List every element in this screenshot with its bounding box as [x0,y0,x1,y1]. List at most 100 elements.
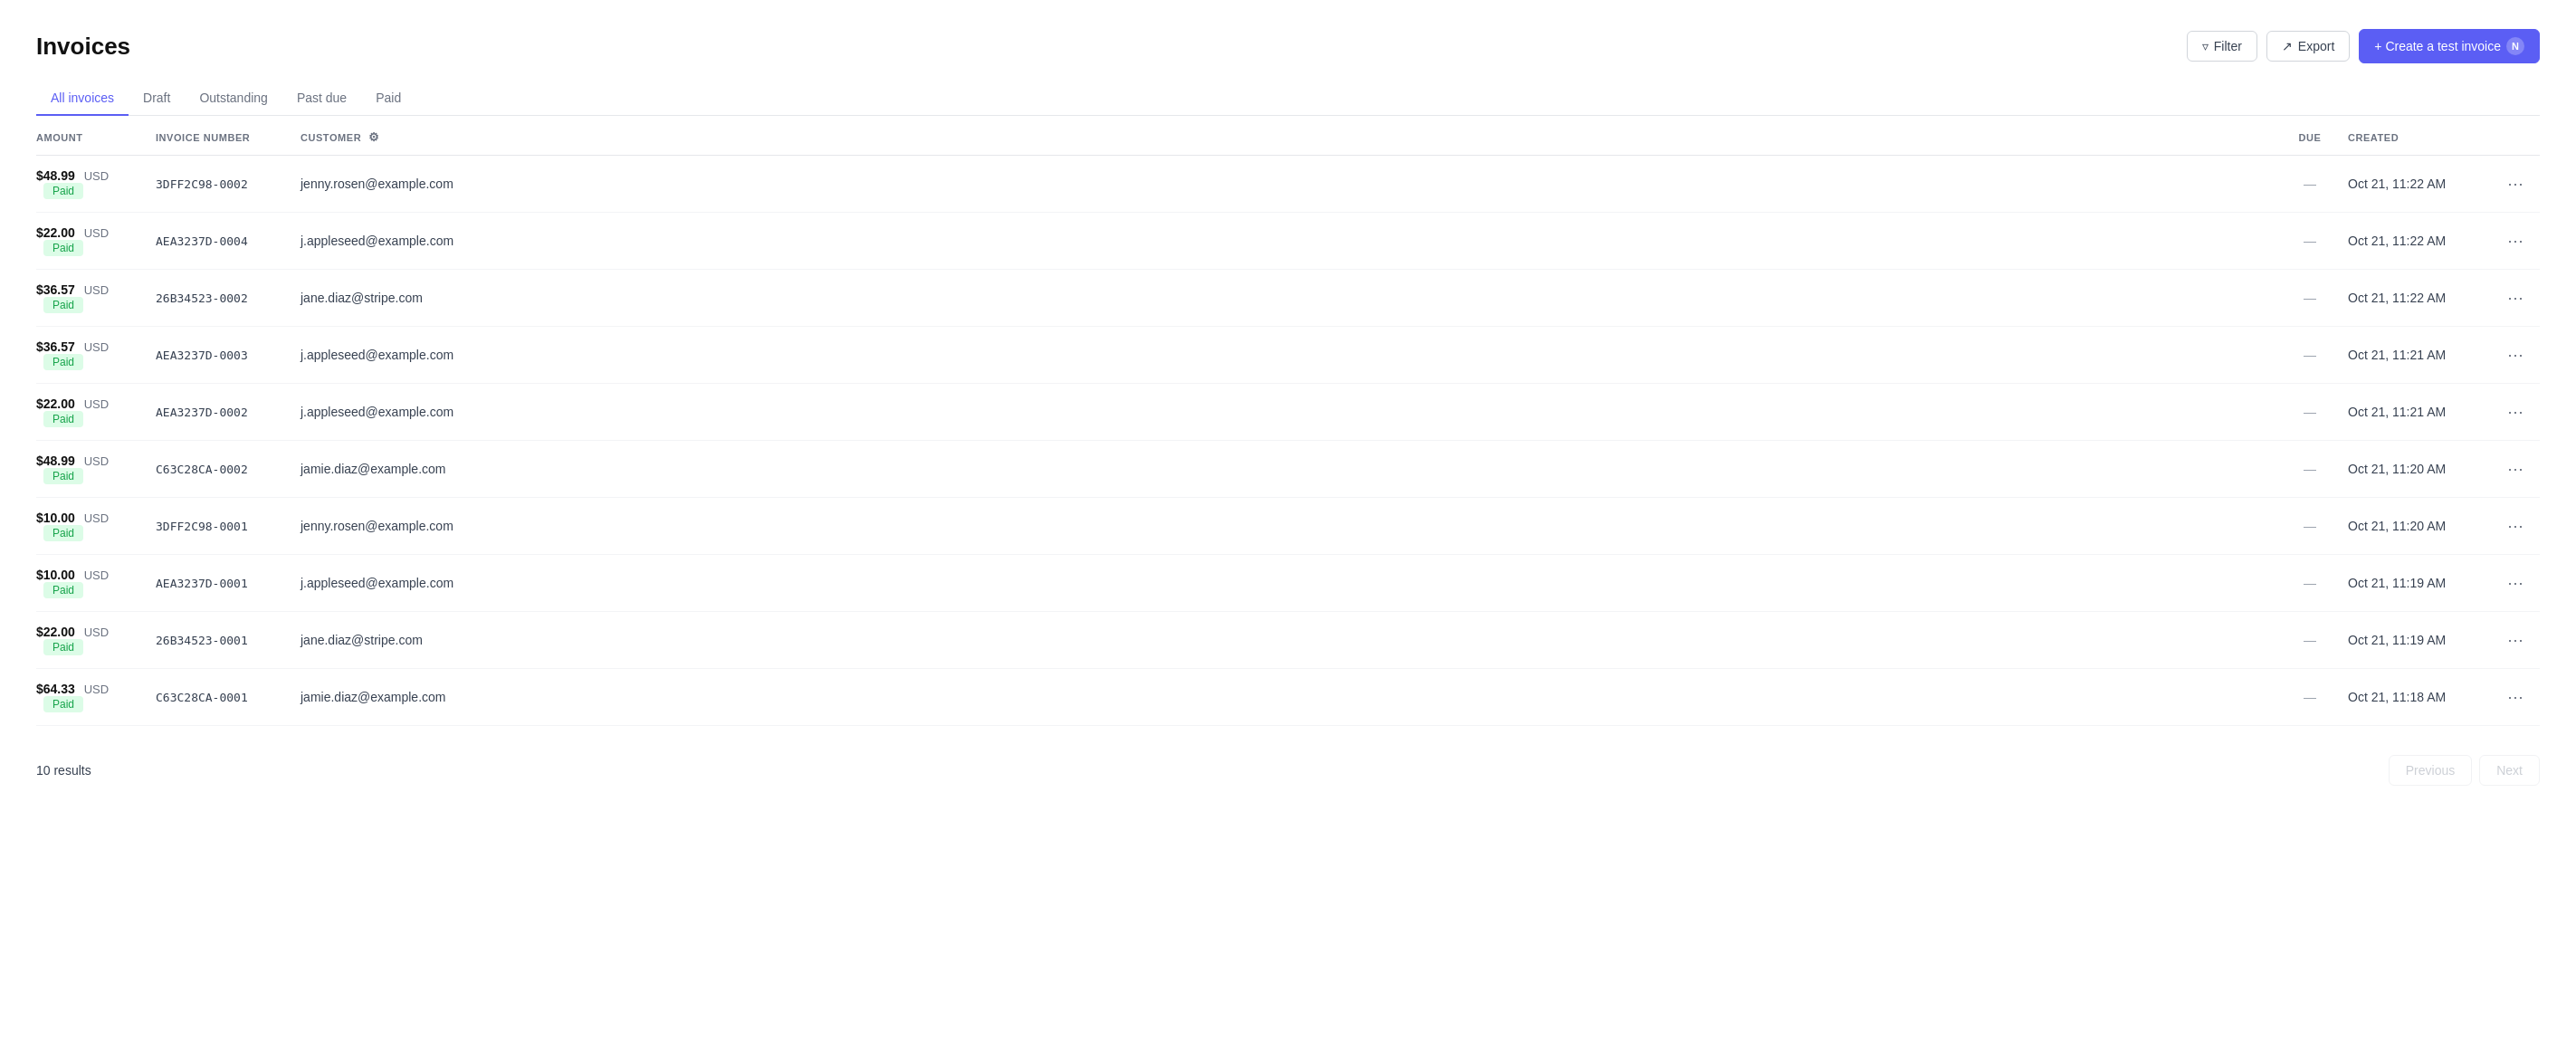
table-row: $48.99 USD Paid C63C28CA-0002 jamie.diaz… [36,441,2540,498]
invoice-number: C63C28CA-0002 [145,441,290,498]
invoice-actions: ⋯ [2491,669,2540,726]
invoice-currency: USD [84,511,112,525]
table-row: $36.57 USD Paid 26B34523-0002 jane.diaz@… [36,270,2540,327]
pagination: Previous Next [2389,755,2540,786]
invoice-more-button[interactable]: ⋯ [2502,628,2529,652]
invoice-customer[interactable]: j.appleseed@example.com [290,384,2283,441]
table-row: $10.00 USD Paid 3DFF2C98-0001 jenny.rose… [36,498,2540,555]
filter-label: Filter [2214,39,2242,53]
invoice-status: Paid [43,639,83,655]
invoice-currency: USD [84,169,112,183]
invoice-status: Paid [43,411,83,427]
col-header-created: CREATED [2337,116,2491,156]
invoice-created: Oct 21, 11:18 AM [2337,669,2491,726]
invoice-due: — [2283,612,2337,669]
invoice-due: — [2283,156,2337,213]
create-invoice-button[interactable]: + Create a test invoice N [2359,29,2540,63]
invoice-more-button[interactable]: ⋯ [2502,685,2529,709]
invoice-number: 26B34523-0001 [145,612,290,669]
col-header-amount: AMOUNT [36,116,145,156]
invoice-number: 26B34523-0002 [145,270,290,327]
filter-icon: ▿ [2202,39,2209,53]
invoice-amount: $36.57 [36,339,75,354]
tab-paid[interactable]: Paid [361,81,415,116]
invoice-created: Oct 21, 11:21 AM [2337,384,2491,441]
invoice-amount: $48.99 [36,454,75,468]
table-row: $22.00 USD Paid 26B34523-0001 jane.diaz@… [36,612,2540,669]
tabs: All invoices Draft Outstanding Past due … [36,81,2540,116]
invoice-customer[interactable]: j.appleseed@example.com [290,213,2283,270]
invoice-currency: USD [84,283,112,297]
invoice-status: Paid [43,183,83,199]
invoice-customer[interactable]: jane.diaz@stripe.com [290,612,2283,669]
invoice-number: 3DFF2C98-0002 [145,156,290,213]
invoice-actions: ⋯ [2491,441,2540,498]
invoice-actions: ⋯ [2491,156,2540,213]
invoice-customer[interactable]: j.appleseed@example.com [290,327,2283,384]
invoice-created: Oct 21, 11:22 AM [2337,213,2491,270]
table-row: $22.00 USD Paid AEA3237D-0002 j.applesee… [36,384,2540,441]
invoice-customer[interactable]: jamie.diaz@example.com [290,441,2283,498]
tab-all-invoices[interactable]: All invoices [36,81,129,116]
invoice-actions: ⋯ [2491,555,2540,612]
invoice-more-button[interactable]: ⋯ [2502,514,2529,538]
invoice-more-button[interactable]: ⋯ [2502,343,2529,367]
invoice-customer[interactable]: jamie.diaz@example.com [290,669,2283,726]
filter-button[interactable]: ▿ Filter [2187,31,2257,62]
invoice-number: C63C28CA-0001 [145,669,290,726]
invoice-status: Paid [43,468,83,484]
table-row: $48.99 USD Paid 3DFF2C98-0002 jenny.rose… [36,156,2540,213]
invoice-more-button[interactable]: ⋯ [2502,229,2529,253]
invoice-status: Paid [43,354,83,370]
col-header-due: DUE [2283,116,2337,156]
invoice-currency: USD [84,397,112,411]
invoice-amount: $10.00 [36,511,75,525]
customer-settings-icon[interactable]: ⚙ [368,130,380,144]
previous-button[interactable]: Previous [2389,755,2472,786]
export-button[interactable]: ↗ Export [2266,31,2350,62]
user-avatar: N [2506,37,2524,55]
invoice-due: — [2283,441,2337,498]
invoice-more-button[interactable]: ⋯ [2502,571,2529,595]
invoice-amount: $22.00 [36,396,75,411]
invoice-status: Paid [43,696,83,712]
invoice-created: Oct 21, 11:22 AM [2337,270,2491,327]
table-row: $64.33 USD Paid C63C28CA-0001 jamie.diaz… [36,669,2540,726]
next-button[interactable]: Next [2479,755,2540,786]
invoice-created: Oct 21, 11:20 AM [2337,498,2491,555]
invoice-customer[interactable]: jenny.rosen@example.com [290,498,2283,555]
invoice-more-button[interactable]: ⋯ [2502,172,2529,196]
invoice-more-button[interactable]: ⋯ [2502,457,2529,481]
table-footer: 10 results Previous Next [36,748,2540,786]
invoice-number: AEA3237D-0002 [145,384,290,441]
invoice-amount: $48.99 [36,168,75,183]
tab-outstanding[interactable]: Outstanding [185,81,282,116]
invoice-amount: $22.00 [36,625,75,639]
tab-draft[interactable]: Draft [129,81,185,116]
page-title: Invoices [36,33,130,61]
invoice-due: — [2283,498,2337,555]
header-actions: ▿ Filter ↗ Export + Create a test invoic… [2187,29,2540,63]
invoice-amount: $64.33 [36,682,75,696]
invoice-currency: USD [84,340,112,354]
invoice-more-button[interactable]: ⋯ [2502,286,2529,310]
results-count: 10 results [36,763,91,778]
invoice-created: Oct 21, 11:20 AM [2337,441,2491,498]
invoice-actions: ⋯ [2491,498,2540,555]
invoice-status: Paid [43,240,83,256]
invoice-amount: $10.00 [36,568,75,582]
invoice-currency: USD [84,454,112,468]
invoice-currency: USD [84,626,112,639]
table-row: $22.00 USD Paid AEA3237D-0004 j.applesee… [36,213,2540,270]
col-header-invoice-number: INVOICE NUMBER [145,116,290,156]
invoice-more-button[interactable]: ⋯ [2502,400,2529,424]
invoice-customer[interactable]: j.appleseed@example.com [290,555,2283,612]
invoice-actions: ⋯ [2491,270,2540,327]
invoice-due: — [2283,270,2337,327]
invoice-actions: ⋯ [2491,384,2540,441]
invoice-customer[interactable]: jenny.rosen@example.com [290,156,2283,213]
invoice-created: Oct 21, 11:19 AM [2337,555,2491,612]
create-label: + Create a test invoice [2374,39,2501,53]
invoice-customer[interactable]: jane.diaz@stripe.com [290,270,2283,327]
tab-past-due[interactable]: Past due [282,81,361,116]
